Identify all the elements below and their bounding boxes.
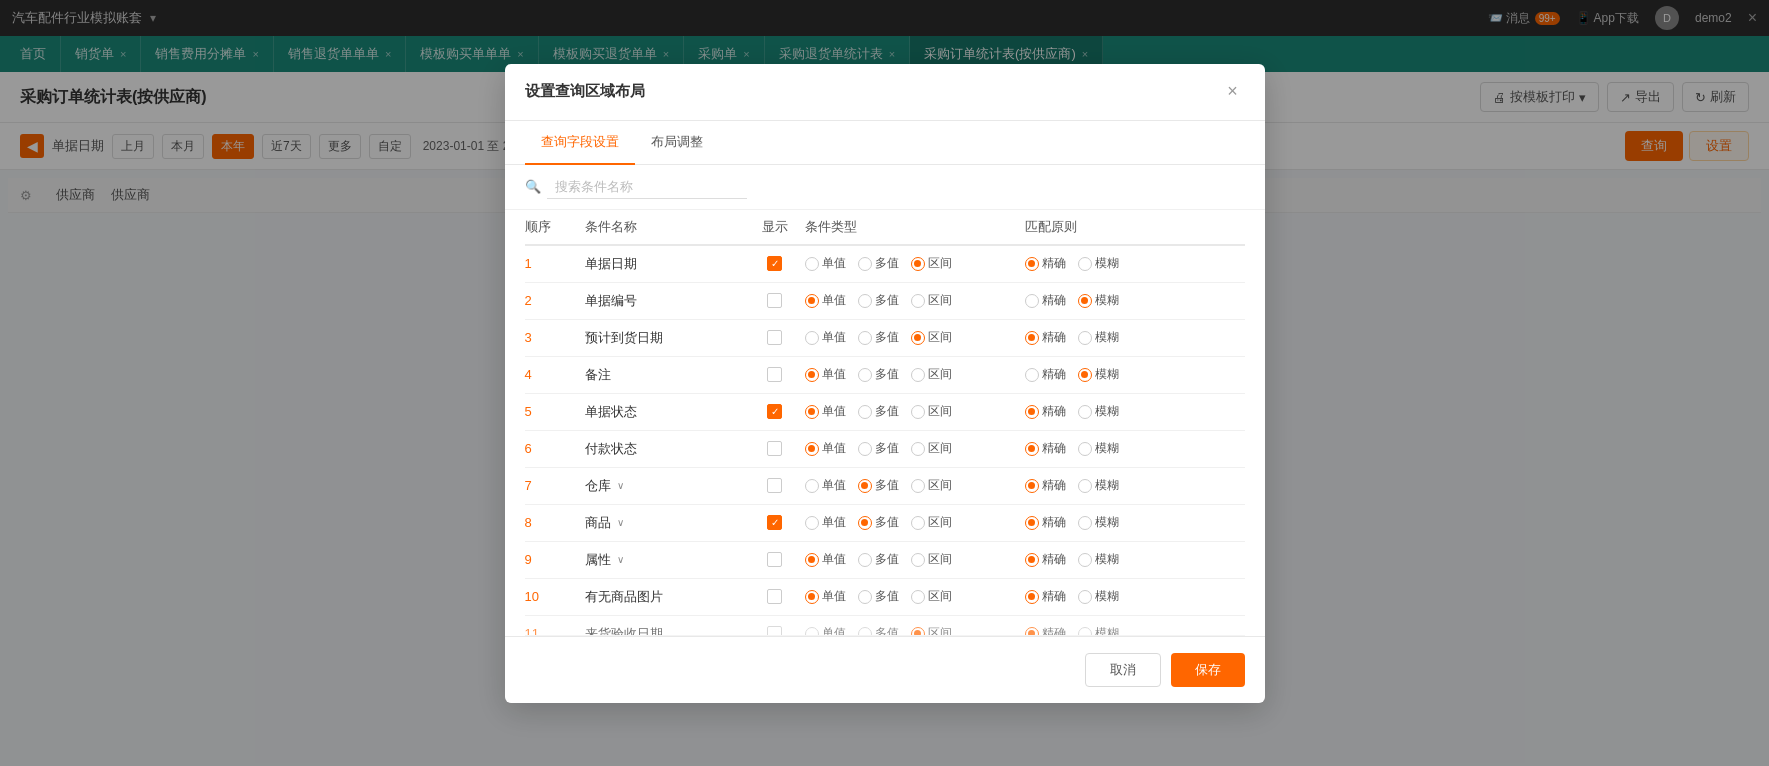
dialog-tab-layout[interactable]: 布局调整 (635, 121, 719, 165)
dialog-search-area: 🔍 (505, 165, 1265, 210)
dialog-tabs: 查询字段设置 布局调整 (505, 121, 1265, 165)
th-order: 顺序 (525, 218, 585, 222)
th-name: 条件名称 (585, 218, 745, 222)
search-input[interactable] (547, 175, 747, 199)
th-match: 匹配原则 (1025, 218, 1225, 222)
settings-dialog: 设置查询区域布局 × 查询字段设置 布局调整 🔍 顺序 条件名称 显示 条件类型 (505, 64, 1265, 222)
modal-overlay: 设置查询区域布局 × 查询字段设置 布局调整 🔍 顺序 条件名称 显示 条件类型 (0, 0, 1769, 221)
search-icon: 🔍 (525, 179, 541, 194)
th-display: 显示 (745, 218, 805, 222)
dialog-table: 顺序 条件名称 显示 条件类型 匹配原则 1 单据日期 单值 (505, 210, 1265, 222)
dialog-title: 设置查询区域布局 (525, 82, 645, 101)
th-type: 条件类型 (805, 218, 1025, 222)
dialog-close-btn[interactable]: × (1221, 80, 1245, 104)
dialog-header: 设置查询区域布局 × (505, 64, 1265, 121)
dialog-tab-query-fields[interactable]: 查询字段设置 (525, 121, 635, 165)
dt-header: 顺序 条件名称 显示 条件类型 匹配原则 (525, 210, 1245, 222)
